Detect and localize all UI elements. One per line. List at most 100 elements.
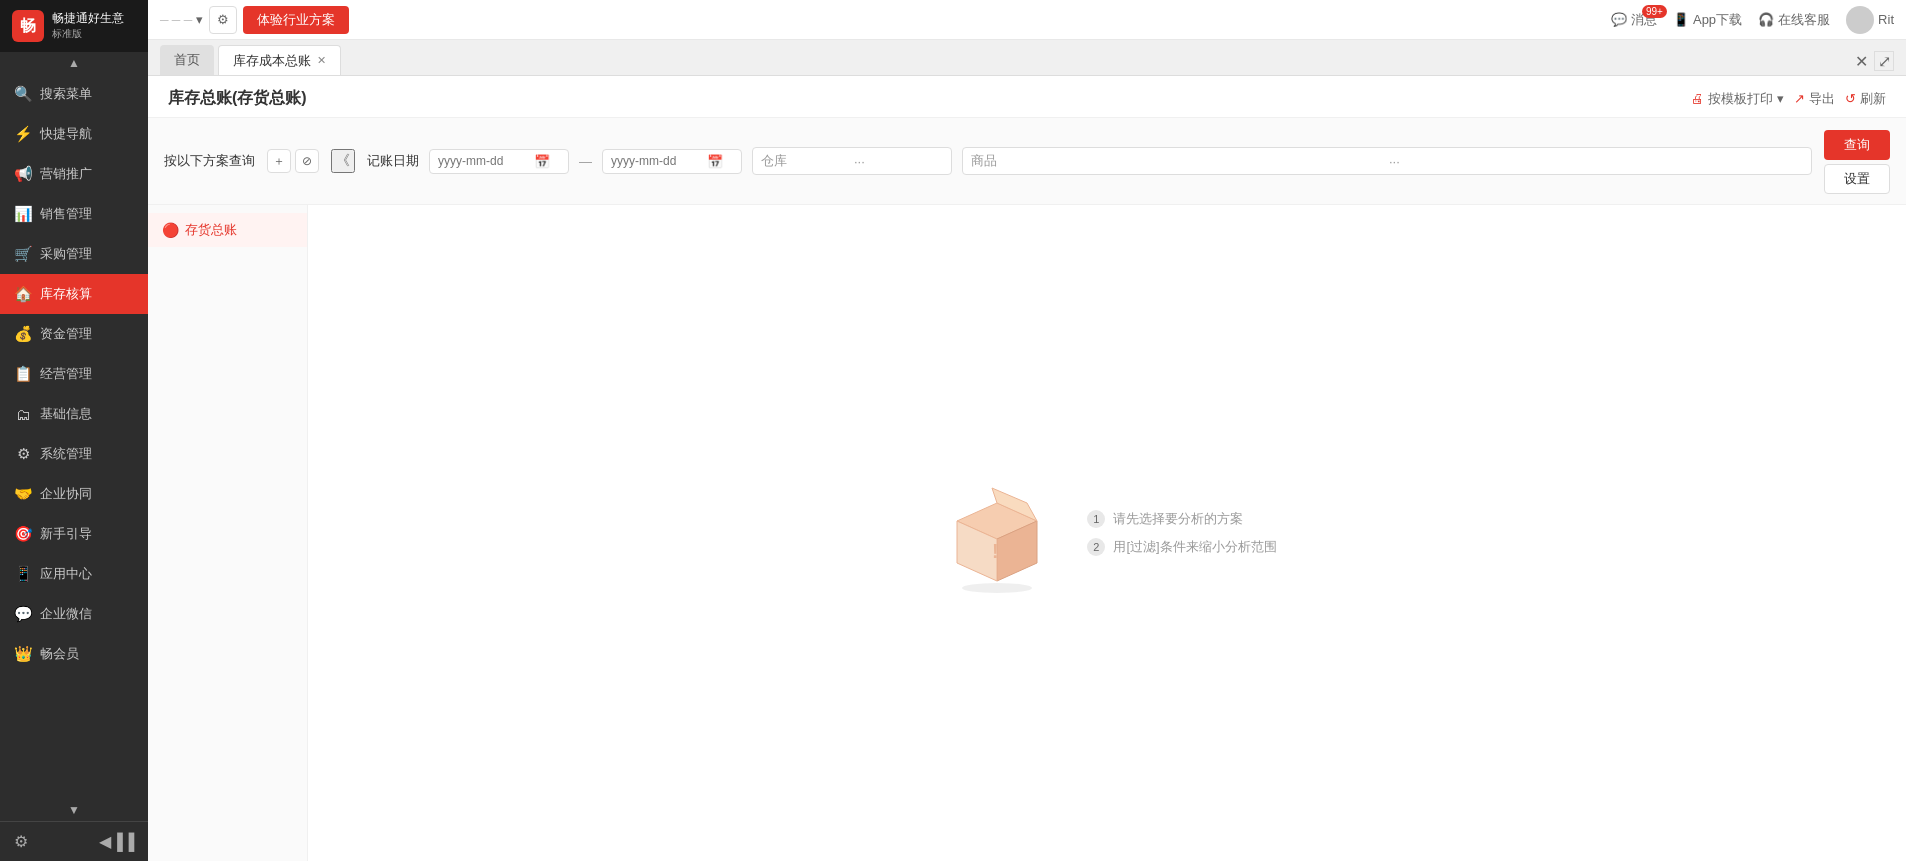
filter-right-btns: 查询 设置 — [1824, 130, 1890, 194]
topbar-right: 💬 消息 99+ 📱 App下载 🎧 在线客服 Rit — [1611, 6, 1894, 34]
date-start-field[interactable]: 📅 — [429, 149, 569, 174]
operation-icon: 📋 — [14, 365, 32, 383]
sidebar-item-shortcut[interactable]: ⚡ 快捷导航 — [0, 114, 148, 154]
appstore-icon: 📱 — [14, 565, 32, 583]
filter-delete-btn[interactable]: ⊘ — [295, 149, 319, 173]
expand-icon[interactable]: ⤢ — [1874, 51, 1894, 71]
shortcut-icon: ⚡ — [14, 125, 32, 143]
date-label: 记账日期 — [367, 152, 419, 170]
sidebar: 畅 畅捷通好生意 标准版 ▲ 🔍 搜索菜单 ⚡ 快捷导航 📢 营销推广 📊 销售… — [0, 0, 148, 861]
product-field[interactable]: 商品 ··· — [962, 147, 1812, 175]
settings-bottom-icon[interactable]: ⚙ — [14, 832, 28, 851]
svg-point-5 — [962, 583, 1032, 593]
empty-tip-1: 1 请先选择要分析的方案 — [1087, 510, 1276, 528]
sidebar-item-inventory[interactable]: 🏠 库存核算 — [0, 274, 148, 314]
member-icon: 👑 — [14, 645, 32, 663]
product-label: 商品 — [971, 152, 1385, 170]
empty-tips: 1 请先选择要分析的方案 2 用[过滤]条件来缩小分析范围 — [1087, 510, 1276, 556]
content: 库存总账(存货总账) 🖨 按模板打印 ▾ ↗ 导出 ↺ 刷新 按以下方案查询 — [148, 76, 1906, 861]
close-panel-icon[interactable]: ✕ — [1855, 52, 1868, 71]
user-avatar-area[interactable]: Rit — [1846, 6, 1894, 34]
print-template-btn[interactable]: 🖨 按模板打印 ▾ — [1691, 90, 1784, 108]
scheme-text: ─ ─ ─ — [160, 13, 192, 27]
svg-text:!: ! — [992, 540, 999, 562]
filter-label: 按以下方案查询 — [164, 152, 255, 170]
scheme-panel: 🔴 存货总账 — [148, 205, 308, 861]
sidebar-scroll-down[interactable]: ▼ — [0, 799, 148, 821]
refresh-icon: ↺ — [1845, 91, 1856, 106]
sidebar-item-purchase[interactable]: 🛒 采购管理 — [0, 234, 148, 274]
print-icon: 🖨 — [1691, 91, 1704, 106]
tab-close-icon[interactable]: ✕ — [317, 54, 326, 67]
finance-icon: 💰 — [14, 325, 32, 343]
sidebar-item-operation[interactable]: 📋 经营管理 — [0, 354, 148, 394]
app-badge: 标准版 — [52, 27, 124, 41]
page-actions: 🖨 按模板打印 ▾ ↗ 导出 ↺ 刷新 — [1691, 90, 1886, 108]
setting-btn[interactable]: 设置 — [1824, 164, 1890, 194]
sidebar-item-sales[interactable]: 📊 销售管理 — [0, 194, 148, 234]
newbie-icon: 🎯 — [14, 525, 32, 543]
app-download-btn[interactable]: 📱 App下载 — [1673, 11, 1742, 29]
sales-icon: 📊 — [14, 205, 32, 223]
calendar-end-icon[interactable]: 📅 — [707, 154, 723, 169]
query-btn[interactable]: 查询 — [1824, 130, 1890, 160]
sidebar-item-search[interactable]: 🔍 搜索菜单 — [0, 74, 148, 114]
app-logo: 畅 畅捷通好生意 标准版 — [0, 0, 148, 52]
refresh-btn[interactable]: ↺ 刷新 — [1845, 90, 1886, 108]
filter-collapse-btn[interactable]: 《 — [331, 149, 355, 173]
logo-icon: 畅 — [12, 10, 44, 42]
sidebar-item-finance[interactable]: 💰 资金管理 — [0, 314, 148, 354]
sidebar-item-marketing[interactable]: 📢 营销推广 — [0, 154, 148, 194]
sidebar-item-basic[interactable]: 🗂 基础信息 — [0, 394, 148, 434]
tip-text-2: 用[过滤]条件来缩小分析范围 — [1113, 538, 1276, 556]
tab-inventory-ledger[interactable]: 库存成本总账 ✕ — [218, 45, 341, 75]
sidebar-item-member[interactable]: 👑 畅会员 — [0, 634, 148, 674]
sidebar-item-appstore[interactable]: 📱 应用中心 — [0, 554, 148, 594]
app-name: 畅捷通好生意 — [52, 11, 124, 27]
filter-row: 记账日期 📅 — 📅 仓库 ··· 商品 ··· — [367, 147, 1812, 175]
scheme-item-inventory-ledger[interactable]: 🔴 存货总账 — [148, 213, 307, 247]
avatar — [1846, 6, 1874, 34]
warehouse-field[interactable]: 仓库 ··· — [752, 147, 952, 175]
sidebar-item-coop[interactable]: 🤝 企业协同 — [0, 474, 148, 514]
filter-add-btn[interactable]: ＋ — [267, 149, 291, 173]
export-icon: ↗ — [1794, 91, 1805, 106]
empty-box-svg: ! — [937, 483, 1057, 593]
date-start-input[interactable] — [438, 154, 528, 168]
gear-button[interactable]: ⚙ — [209, 6, 237, 34]
industry-btn[interactable]: 体验行业方案 — [243, 6, 349, 34]
content-body: 🔴 存货总账 — [148, 205, 1906, 861]
sidebar-item-wechat[interactable]: 💬 企业微信 — [0, 594, 148, 634]
tip-text-1: 请先选择要分析的方案 — [1113, 510, 1243, 528]
scheme-selector[interactable]: ─ ─ ─ ▾ — [160, 12, 203, 27]
marketing-icon: 📢 — [14, 165, 32, 183]
empty-illustration: ! — [937, 483, 1057, 583]
tab-home[interactable]: 首页 — [160, 45, 214, 75]
date-end-input[interactable] — [611, 154, 701, 168]
topbar: ─ ─ ─ ▾ ⚙ 体验行业方案 💬 消息 99+ 📱 App下载 🎧 在线客服 — [148, 0, 1906, 40]
download-icon: 📱 — [1673, 12, 1689, 27]
warehouse-label: 仓库 — [761, 152, 850, 170]
tabbar: 首页 库存成本总账 ✕ ✕ ⤢ — [148, 40, 1906, 76]
search-icon: 🔍 — [14, 85, 32, 103]
sidebar-item-newbie[interactable]: 🎯 新手引导 — [0, 514, 148, 554]
date-end-field[interactable]: 📅 — [602, 149, 742, 174]
message-btn[interactable]: 💬 消息 99+ — [1611, 11, 1657, 29]
product-more-icon[interactable]: ··· — [1389, 154, 1803, 169]
audio-bottom-icon[interactable]: ◀▐▐ — [99, 832, 134, 851]
filter-area: 按以下方案查询 ＋ ⊘ 《 记账日期 📅 — 📅 — [148, 118, 1906, 205]
page-header: 库存总账(存货总账) 🖨 按模板打印 ▾ ↗ 导出 ↺ 刷新 — [148, 76, 1906, 118]
online-service-btn[interactable]: 🎧 在线客服 — [1758, 11, 1830, 29]
calendar-start-icon[interactable]: 📅 — [534, 154, 550, 169]
export-btn[interactable]: ↗ 导出 — [1794, 90, 1835, 108]
tip-num-2: 2 — [1087, 538, 1105, 556]
empty-state: ! 1 请先选择要分析的方案 2 用[过滤]条件来缩小分析范围 — [308, 205, 1906, 861]
warehouse-more-icon[interactable]: ··· — [854, 154, 943, 169]
sidebar-item-system[interactable]: ⚙ 系统管理 — [0, 434, 148, 474]
sidebar-menu: 🔍 搜索菜单 ⚡ 快捷导航 📢 营销推广 📊 销售管理 🛒 采购管理 🏠 库存核… — [0, 74, 148, 799]
sidebar-scroll-up[interactable]: ▲ — [0, 52, 148, 74]
basic-icon: 🗂 — [14, 406, 32, 423]
purchase-icon: 🛒 — [14, 245, 32, 263]
gear-icon: ⚙ — [217, 12, 229, 27]
wechat-icon: 💬 — [14, 605, 32, 623]
